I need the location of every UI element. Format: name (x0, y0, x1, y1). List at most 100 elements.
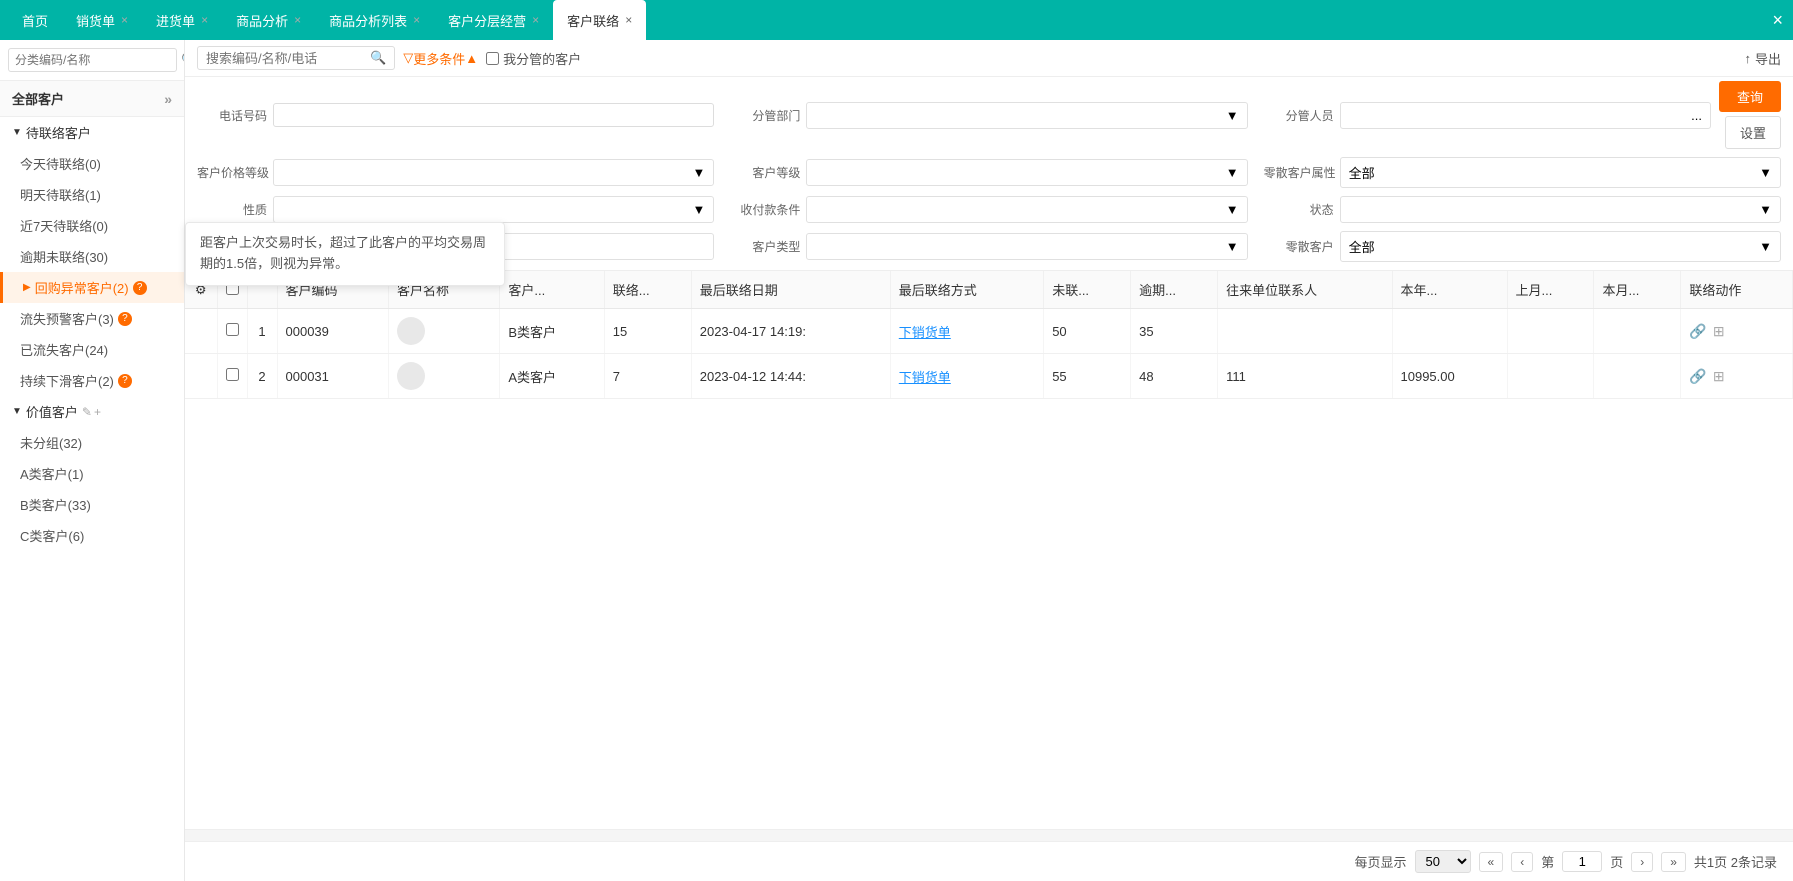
customer-avatar (397, 362, 425, 390)
sidebar-item-today-label: 今天待联络(0) (20, 154, 101, 173)
decline-info-icon[interactable]: ? (118, 374, 132, 388)
filter-manager-select[interactable]: ... (1340, 102, 1711, 129)
export-button[interactable]: ↑ 导出 (1744, 49, 1781, 68)
tab-analysis[interactable]: 商品分析 × (222, 0, 315, 40)
filter-retail-customer-cell: 零散客户 全部 ▼ (1264, 231, 1781, 262)
status-dropdown-icon: ▼ (1759, 202, 1772, 217)
my-customers-checkbox-wrap[interactable]: 我分管的客户 (486, 49, 581, 68)
sidebar-item-unclassified[interactable]: 未分组(32) (0, 427, 184, 458)
sidebar-item-tomorrow[interactable]: 明天待联络(1) (0, 179, 184, 210)
tab-customer-contact[interactable]: 客户联络 × (553, 0, 646, 40)
tab-analysis-list-close[interactable]: × (413, 13, 420, 27)
row-checkbox[interactable] (226, 323, 239, 336)
row-check-cell[interactable] (217, 309, 247, 354)
row-grid-icon[interactable]: ⊞ (1713, 368, 1725, 385)
filter-customer-grade-select[interactable]: ▼ (806, 159, 1247, 186)
per-page-select[interactable]: 50 100 200 (1415, 850, 1471, 873)
tab-customer-tier[interactable]: 客户分层经营 × (434, 0, 553, 40)
sidebar-item-overdue[interactable]: 逾期未联络(30) (0, 241, 184, 272)
sidebar-all-customers-header[interactable]: 全部客户 » (0, 81, 184, 117)
sidebar-item-lost-warning[interactable]: 流失预警客户(3) ? (0, 303, 184, 334)
current-page-input[interactable] (1562, 851, 1602, 872)
row-check-cell[interactable] (217, 354, 247, 399)
row-last-contact-method[interactable]: 下销货单 (890, 309, 1043, 354)
prev-page-button[interactable]: ‹ (1511, 852, 1533, 872)
payment-dropdown-icon: ▼ (1226, 202, 1239, 217)
tab-customer-contact-close[interactable]: × (625, 13, 632, 27)
first-page-button[interactable]: « (1479, 852, 1504, 872)
contact-method-link[interactable]: 下销货单 (899, 370, 951, 385)
customer-type-dropdown-icon: ▼ (1226, 239, 1239, 254)
col-header-customer-type[interactable]: 客户... (500, 271, 604, 309)
sidebar-item-lost-warning-label: 流失预警客户(3) (20, 309, 114, 328)
filter-price-grade-select[interactable]: ▼ (273, 159, 714, 186)
filter-manager-cell: 分管人员 ... (1264, 102, 1711, 129)
filter-retail-attr-select[interactable]: 全部 ▼ (1340, 157, 1781, 188)
settings-button[interactable]: 设置 (1725, 116, 1781, 149)
sidebar-item-decline[interactable]: 持续下滑客户(2) ? (0, 365, 184, 396)
sidebar-item-class-a[interactable]: A类客户(1) (0, 458, 184, 489)
tab-purchase[interactable]: 进货单 × (142, 0, 222, 40)
col-header-last-month[interactable]: 上月... (1507, 271, 1594, 309)
sidebar-item-repurchase-abnormal[interactable]: ▶ 回购异常客户(2) ? (0, 272, 184, 303)
repurchase-info-icon[interactable]: ? (133, 281, 147, 295)
sidebar-collapse-icon[interactable]: » (164, 91, 172, 107)
filter-dept-select[interactable]: ▼ (806, 102, 1247, 129)
filter-phone-input[interactable] (273, 103, 714, 127)
sidebar-item-already-lost[interactable]: 已流失客户(24) (0, 334, 184, 365)
tab-purchase-close[interactable]: × (201, 13, 208, 27)
sidebar-value-customers-group[interactable]: ▼ 价值客户 ✎ + (0, 396, 184, 427)
col-header-this-year[interactable]: 本年... (1392, 271, 1507, 309)
search-submit-icon[interactable]: 🔍 (370, 50, 386, 66)
filter-dept-cell: 分管部门 ▼ (730, 102, 1247, 129)
filter-status-select[interactable]: ▼ (1340, 196, 1781, 223)
query-button[interactable]: 查询 (1719, 81, 1781, 112)
pagination-bar: 每页显示 50 100 200 « ‹ 第 页 › » 共1页 2条记录 (185, 841, 1793, 881)
sidebar-item-class-c[interactable]: C类客户(6) (0, 520, 184, 551)
last-page-button[interactable]: » (1661, 852, 1686, 872)
col-header-last-contact-date[interactable]: 最后联络日期 (691, 271, 890, 309)
sidebar-item-7days[interactable]: 近7天待联络(0) (0, 210, 184, 241)
next-page-button[interactable]: › (1631, 852, 1653, 872)
search-input[interactable] (206, 51, 366, 66)
filter-payment-select[interactable]: ▼ (806, 196, 1247, 223)
tab-sales-close[interactable]: × (121, 13, 128, 27)
tab-home[interactable]: 首页 (8, 0, 62, 40)
sidebar-item-class-b[interactable]: B类客户(33) (0, 489, 184, 520)
my-customers-checkbox[interactable] (486, 52, 499, 65)
value-edit-icon[interactable]: ✎ (82, 405, 92, 419)
tab-customer-tier-close[interactable]: × (532, 13, 539, 27)
horizontal-scrollbar[interactable] (185, 829, 1793, 841)
value-add-icon[interactable]: + (94, 405, 101, 419)
col-header-this-month[interactable]: 本月... (1594, 271, 1681, 309)
row-checkbox[interactable] (226, 368, 239, 381)
window-close-button[interactable]: × (1772, 11, 1783, 29)
filter-retail-customer-select[interactable]: 全部 ▼ (1340, 231, 1781, 262)
tab-sales[interactable]: 销货单 × (62, 0, 142, 40)
row-link-icon[interactable]: 🔗 (1689, 323, 1706, 340)
contact-method-link[interactable]: 下销货单 (899, 325, 951, 340)
tab-analysis-close[interactable]: × (294, 13, 301, 27)
col-header-contact[interactable]: 联络... (604, 271, 691, 309)
chevron-up-icon: ▲ (465, 51, 478, 66)
col-header-not-contact[interactable]: 未联... (1044, 271, 1131, 309)
per-page-label: 每页显示 (1355, 852, 1407, 871)
lost-warning-info-icon[interactable]: ? (118, 312, 132, 326)
content-area: 🔍 ▽ 更多条件 ▲ 我分管的客户 ↑ 导出 电话号码 (185, 40, 1793, 881)
row-unit-contact: 111 (1218, 354, 1392, 399)
row-grid-icon[interactable]: ⊞ (1713, 323, 1725, 340)
sidebar-search-input[interactable] (8, 48, 177, 72)
col-header-overdue[interactable]: 逾期... (1131, 271, 1218, 309)
sidebar-pending-contact-group[interactable]: ▼ 待联络客户 (0, 117, 184, 148)
filter-customer-type-select[interactable]: ▼ (806, 233, 1247, 260)
tab-analysis-list[interactable]: 商品分析列表 × (315, 0, 434, 40)
sidebar-item-today[interactable]: 今天待联络(0) (0, 148, 184, 179)
col-header-last-contact-method[interactable]: 最后联络方式 (890, 271, 1043, 309)
row-last-contact-method[interactable]: 下销货单 (890, 354, 1043, 399)
more-conditions-button[interactable]: ▽ 更多条件 ▲ (403, 49, 478, 68)
filter-gender-select[interactable]: ▼ (273, 196, 714, 223)
col-header-unit-contact[interactable]: 往来单位联系人 (1218, 271, 1392, 309)
col-header-contact-action[interactable]: 联络动作 (1681, 271, 1793, 309)
retail-attr-dropdown-icon: ▼ (1759, 165, 1772, 180)
row-link-icon[interactable]: 🔗 (1689, 368, 1706, 385)
